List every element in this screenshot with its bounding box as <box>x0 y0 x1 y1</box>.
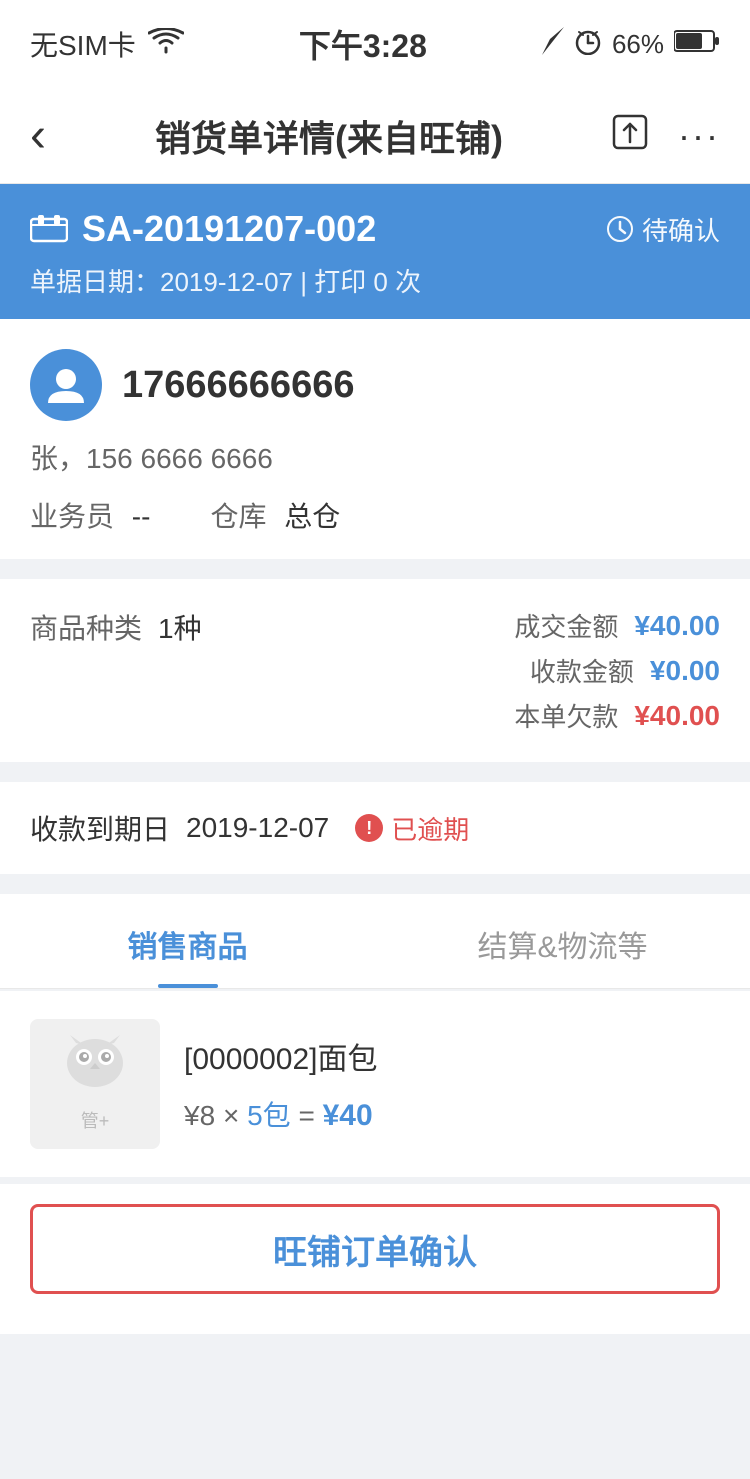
due-date-label: 收款到期日 <box>30 808 170 848</box>
salesperson-value: -- <box>132 501 151 532</box>
confirm-button[interactable]: 旺铺订单确认 <box>30 1204 720 1294</box>
avatar <box>30 349 102 421</box>
order-date: 单据日期：2019-12-07 | 打印 0 次 <box>30 262 720 299</box>
shop-plus-text: 管+ <box>81 1107 110 1133</box>
transaction-label: 成交金额 <box>514 607 618 644</box>
due-date-card: 收款到期日 2019-12-07 ! 已逾期 <box>0 782 750 874</box>
product-type-value: 1种 <box>158 607 202 647</box>
wifi-icon <box>148 28 184 61</box>
bottom-bar: 旺铺订单确认 <box>0 1184 750 1334</box>
product-info: [0000002]面包 ¥8 × 5包 = ¥40 <box>184 1034 720 1134</box>
status-time: 下午3:28 <box>299 21 427 67</box>
product-type-row: 商品种类 1种 <box>30 607 202 647</box>
total-value: ¥40 <box>323 1099 373 1132</box>
customer-name: 张，156 6666 6666 <box>30 437 720 477</box>
customer-card: 17666666666 张，156 6666 6666 业务员 -- 仓库 总仓 <box>0 319 750 559</box>
customer-meta: 业务员 -- 仓库 总仓 <box>30 495 720 535</box>
product-thumbnail: 管+ <box>30 1019 160 1149</box>
price-value: ¥8 <box>184 1100 215 1131</box>
battery-icon <box>674 29 720 60</box>
share-button[interactable] <box>612 114 648 158</box>
overdue-icon: ! <box>355 814 383 842</box>
status-right: 66% <box>542 27 720 62</box>
status-text: 待确认 <box>642 211 720 248</box>
tab-sales-product[interactable]: 销售商品 <box>0 894 375 988</box>
product-card: 管+ [0000002]面包 ¥8 × 5包 = ¥40 <box>0 991 750 1177</box>
received-value: ¥0.00 <box>650 655 720 687</box>
product-type-label: 商品种类 <box>30 607 142 647</box>
equals-sign: = <box>298 1100 314 1131</box>
back-button[interactable]: ‹ <box>30 108 46 163</box>
multiply-sign: × <box>223 1100 239 1131</box>
overdue-badge: ! 已逾期 <box>355 810 469 847</box>
balance-label: 本单欠款 <box>514 697 618 734</box>
more-button[interactable]: ··· <box>678 115 720 157</box>
received-label: 收款金额 <box>530 652 634 689</box>
alarm-icon <box>574 27 602 62</box>
overdue-text: 已逾期 <box>391 810 469 847</box>
warehouse-label: 仓库 <box>210 501 266 532</box>
product-price: ¥8 × 5包 = ¥40 <box>184 1094 720 1134</box>
product-logo-icon <box>60 1035 130 1103</box>
status-bar: 无SIM卡 下午3:28 66% <box>0 0 750 88</box>
balance-value: ¥40.00 <box>634 700 720 732</box>
location-icon <box>542 27 564 62</box>
due-date-value: 2019-12-07 <box>186 812 329 844</box>
salesperson-label: 业务员 <box>30 501 114 532</box>
quantity-value: 5包 <box>247 1100 291 1131</box>
page-title: 销货单详情(来自旺铺) <box>155 110 503 162</box>
order-id: SA-20191207-002 <box>30 208 376 250</box>
transaction-value: ¥40.00 <box>634 610 720 642</box>
nav-bar: ‹ 销货单详情(来自旺铺) ··· <box>0 88 750 184</box>
amounts: 成交金额 ¥40.00 收款金额 ¥0.00 本单欠款 ¥40.00 <box>514 607 720 734</box>
customer-phone: 17666666666 <box>122 364 354 407</box>
order-status: 待确认 <box>606 211 720 248</box>
status-left: 无SIM卡 <box>30 24 184 64</box>
warehouse-value: 总仓 <box>284 501 340 532</box>
summary-card: 商品种类 1种 成交金额 ¥40.00 收款金额 ¥0.00 本单欠款 ¥40.… <box>0 579 750 762</box>
carrier-text: 无SIM卡 <box>30 24 136 64</box>
battery-level: 66% <box>612 29 664 60</box>
product-name: [0000002]面包 <box>184 1034 720 1078</box>
tab-settlement[interactable]: 结算&物流等 <box>375 894 750 988</box>
order-banner: SA-20191207-002 待确认 单据日期：2019-12-07 | 打印… <box>0 184 750 319</box>
tabs-container: 销售商品 结算&物流等 <box>0 894 750 989</box>
